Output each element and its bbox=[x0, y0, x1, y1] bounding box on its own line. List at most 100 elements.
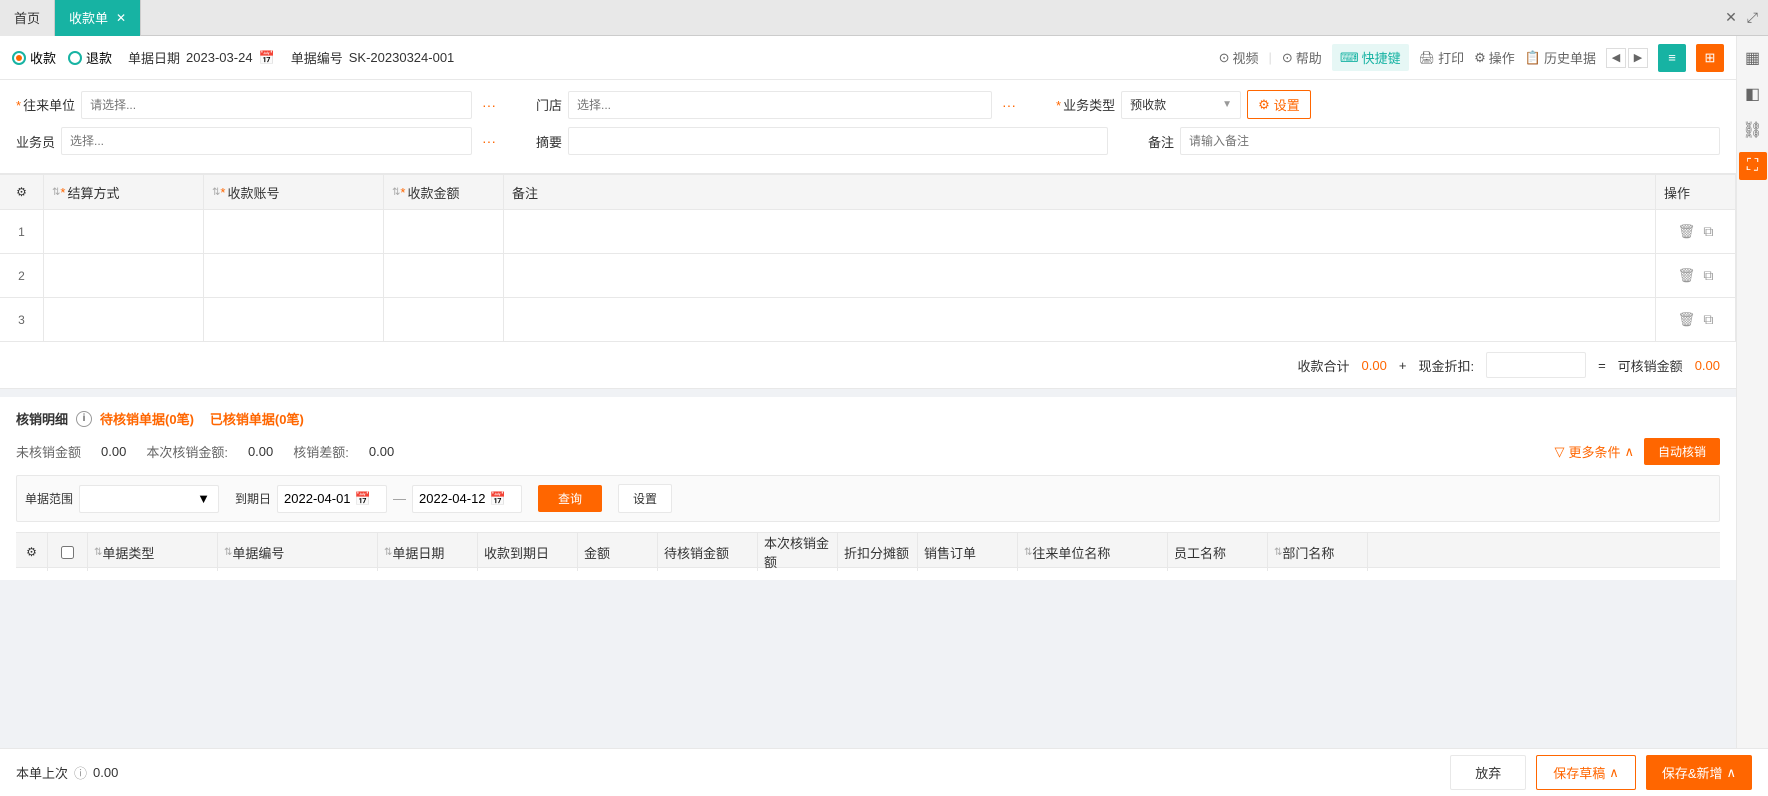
row-1-copy-icon[interactable]: ⧉ bbox=[1703, 223, 1713, 240]
detail-th-gear[interactable]: ⚙ bbox=[16, 533, 48, 571]
select-all-checkbox[interactable] bbox=[61, 546, 74, 559]
form-row-2: 业务员 ··· 摘要 备注 bbox=[16, 127, 1720, 155]
refund-radio[interactable]: 退款 bbox=[68, 48, 112, 67]
sidebar-link-icon[interactable]: ⛓ bbox=[1739, 116, 1767, 144]
tab-receipt-label: 收款单 bbox=[69, 8, 108, 27]
tab-close-icon[interactable]: ✕ bbox=[116, 11, 126, 25]
counterpart-input[interactable] bbox=[81, 91, 472, 119]
row-2-payment[interactable] bbox=[44, 254, 204, 297]
store-input[interactable] bbox=[568, 91, 992, 119]
staff-more-icon[interactable]: ··· bbox=[482, 133, 496, 149]
row-3-remark[interactable] bbox=[504, 298, 1656, 341]
calendar-icon[interactable]: 📅 bbox=[259, 50, 275, 66]
detail-th-counterpart: ⇅ 往来单位名称 bbox=[1018, 533, 1168, 571]
staff-input[interactable] bbox=[61, 127, 472, 155]
row-1-account[interactable] bbox=[204, 210, 384, 253]
tab-home-label: 首页 bbox=[14, 8, 40, 27]
sort-icon: ⇅ bbox=[1024, 547, 1032, 558]
query-btn[interactable]: 查询 bbox=[538, 485, 602, 512]
discount-input[interactable] bbox=[1486, 352, 1586, 378]
detail-th-checkbox[interactable] bbox=[48, 533, 88, 571]
operation-icon: ⚙ bbox=[1474, 50, 1486, 66]
print-label: 打印 bbox=[1438, 48, 1464, 67]
counterpart-more-icon[interactable]: ··· bbox=[482, 97, 496, 113]
row-2-account[interactable] bbox=[204, 254, 384, 297]
number-label: 单据编号 bbox=[291, 48, 343, 67]
current-value: 0.00 bbox=[248, 444, 273, 459]
history-btn[interactable]: 📋 历史单据 bbox=[1525, 48, 1596, 67]
store-label: 门店 bbox=[536, 95, 562, 114]
writeoff-section: 核销明细 i 待核销单据(0笔) 已核销单据(0笔) 未核销金额 0.00 本次… bbox=[0, 397, 1736, 580]
draft-btn[interactable]: 保存草稿 ∧ bbox=[1536, 755, 1636, 790]
total-label: 收款合计 bbox=[1298, 356, 1350, 375]
tab-home[interactable]: 首页 bbox=[0, 0, 55, 36]
per-order-value: 0.00 bbox=[93, 765, 118, 780]
row-3-copy-icon[interactable]: ⧉ bbox=[1703, 311, 1713, 328]
row-3-delete-icon[interactable]: 🗑 bbox=[1678, 311, 1696, 328]
business-type-select[interactable]: 预收款 ▼ bbox=[1121, 91, 1241, 119]
row-3-account[interactable] bbox=[204, 298, 384, 341]
done-tab[interactable]: 已核销单据(0笔) bbox=[210, 409, 304, 428]
date-value[interactable]: 2023-03-24 bbox=[186, 50, 253, 65]
row-3-amount[interactable] bbox=[384, 298, 504, 341]
window-expand-icon[interactable]: ⤢ bbox=[1747, 9, 1758, 26]
net-value: 0.00 bbox=[1695, 358, 1720, 373]
row-1-remark[interactable] bbox=[504, 210, 1656, 253]
range-select[interactable]: ▼ bbox=[79, 485, 219, 513]
abandon-btn[interactable]: 放弃 bbox=[1450, 755, 1526, 790]
shortcut-btn[interactable]: ⌨ 快捷键 bbox=[1332, 44, 1409, 71]
row-2-delete-icon[interactable]: 🗑 bbox=[1678, 267, 1696, 284]
row-1-delete-icon[interactable]: 🗑 bbox=[1678, 223, 1696, 240]
row-1-actions: 🗑 ⧉ bbox=[1656, 210, 1736, 253]
staff-field: 业务员 ··· bbox=[16, 127, 496, 155]
store-more-icon[interactable]: ··· bbox=[1002, 97, 1016, 113]
sidebar-doc-icon[interactable]: ◧ bbox=[1739, 80, 1767, 108]
chevron-down-icon: ▼ bbox=[1222, 99, 1232, 110]
nav-next[interactable]: ▶ bbox=[1628, 48, 1648, 68]
stats-row: 未核销金额 0.00 本次核销金额: 0.00 核销差额: 0.00 ▽ 更多条… bbox=[16, 438, 1720, 465]
date-to-input[interactable]: 2022-04-12 📅 bbox=[412, 485, 522, 513]
receipt-radio[interactable]: 收款 bbox=[12, 48, 56, 67]
row-2-copy-icon[interactable]: ⧉ bbox=[1703, 267, 1713, 284]
more-conditions-btn[interactable]: ▽ 更多条件 ∧ bbox=[1554, 442, 1634, 461]
summary-label: 摘要 bbox=[536, 132, 562, 151]
operation-btn[interactable]: ⚙ 操作 bbox=[1474, 48, 1515, 67]
row-1-num: 1 bbox=[0, 210, 44, 253]
filter-setting-btn[interactable]: 设置 bbox=[618, 484, 672, 513]
date-from-input[interactable]: 2022-04-01 📅 bbox=[277, 485, 387, 513]
summary-input[interactable] bbox=[568, 127, 1108, 155]
settings-button[interactable]: ⚙ 设置 bbox=[1247, 90, 1311, 119]
detail-th-current-writeoff: 本次核销金额 bbox=[758, 533, 838, 571]
save-new-btn[interactable]: 保存&新增 ∧ bbox=[1646, 755, 1752, 790]
number-value[interactable]: SK-20230324-001 bbox=[349, 50, 455, 65]
info-icon[interactable]: i bbox=[76, 411, 92, 427]
detail-th-doc-type: ⇅ 单据类型 bbox=[88, 533, 218, 571]
date-label: 单据日期 bbox=[128, 48, 180, 67]
sort-icon: ⇅ bbox=[1274, 547, 1282, 558]
print-btn[interactable]: 🖨 打印 bbox=[1419, 48, 1465, 67]
right-sidebar: ▦ ◧ ⛓ ⛶ bbox=[1736, 36, 1768, 748]
row-3-payment[interactable] bbox=[44, 298, 204, 341]
per-order-info-icon[interactable]: ⓘ bbox=[74, 763, 87, 782]
list-view-btn[interactable]: ≡ bbox=[1658, 44, 1686, 72]
row-1-payment[interactable] bbox=[44, 210, 204, 253]
row-2-amount[interactable] bbox=[384, 254, 504, 297]
sidebar-screenshot-icon[interactable]: ⛶ bbox=[1739, 152, 1767, 180]
nav-prev[interactable]: ◀ bbox=[1606, 48, 1626, 68]
tab-receipt[interactable]: 收款单 ✕ bbox=[55, 0, 141, 36]
help-btn[interactable]: ⊙ 帮助 bbox=[1282, 48, 1322, 67]
sidebar-table-icon[interactable]: ▦ bbox=[1739, 44, 1767, 72]
row-1-amount[interactable] bbox=[384, 210, 504, 253]
date-from-value: 2022-04-01 bbox=[284, 491, 351, 506]
sort-icon: ⇅ bbox=[224, 547, 232, 558]
pending-tab[interactable]: 待核销单据(0笔) bbox=[100, 409, 194, 428]
row-2-remark[interactable] bbox=[504, 254, 1656, 297]
remark-input[interactable] bbox=[1180, 127, 1720, 155]
video-btn[interactable]: ⊙ 视频 bbox=[1219, 48, 1259, 67]
table-gear-header[interactable]: ⚙ bbox=[0, 175, 44, 209]
grid-view-btn[interactable]: ⊞ bbox=[1696, 44, 1724, 72]
window-close-icon[interactable]: ✕ bbox=[1725, 9, 1737, 26]
chevron-down-icon: ▼ bbox=[197, 491, 210, 506]
auto-writeoff-btn[interactable]: 自动核销 bbox=[1644, 438, 1720, 465]
th-payment-method: ⇅ * 结算方式 bbox=[44, 175, 204, 209]
